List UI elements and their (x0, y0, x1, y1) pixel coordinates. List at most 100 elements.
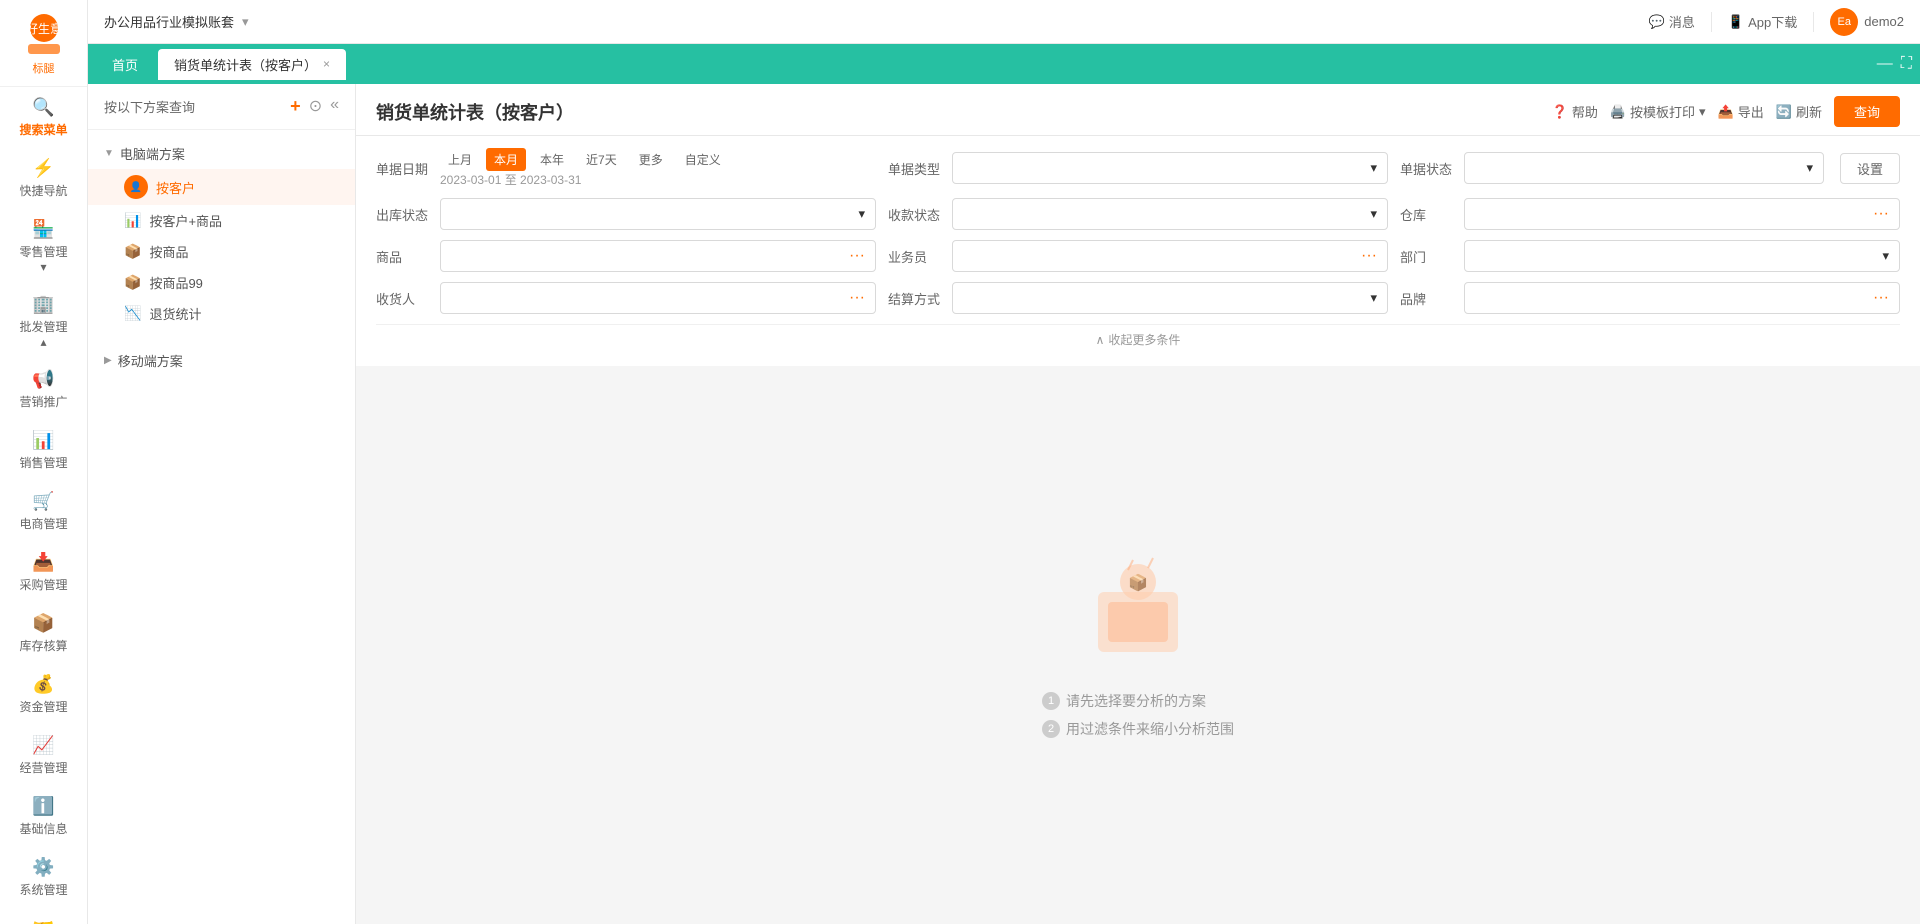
sidebar-item-operations[interactable]: 📈 经营管理 (0, 725, 87, 786)
receiver-input[interactable]: ··· (440, 282, 876, 314)
by-goods99-icon: 📦 (124, 274, 141, 291)
sidebar-item-enterprise[interactable]: 🤝 企业协同 (0, 908, 87, 924)
minimize-icon[interactable]: — (1877, 55, 1893, 73)
sidebar-item-search[interactable]: 🔍 搜索菜单 (0, 87, 87, 148)
scheme-item-by-customer[interactable]: 👤 按客户 (88, 169, 355, 205)
receiver-dots[interactable]: ··· (849, 289, 865, 307)
filter-row-1: 单据日期 上月 本月 本年 近7天 更多 自定义 2023-03-01 至 20… (376, 148, 1900, 188)
payment-input[interactable]: ▾ (952, 282, 1388, 314)
left-panel-header: 按以下方案查询 + ⊙ « (88, 84, 355, 130)
date-btn-more[interactable]: 更多 (631, 148, 671, 171)
set-button[interactable]: 设置 (1840, 153, 1900, 184)
marketing-icon: 📢 (32, 369, 54, 390)
sidebar-item-system[interactable]: ⚙️ 系统管理 (0, 847, 87, 908)
sidebar-menu: 🔍 搜索菜单 ⚡ 快捷导航 🏪 零售管理 ▾ 🏢 批发管理 ▴ 📢 营销推广 📊… (0, 87, 87, 924)
scheme-item-by-goods[interactable]: 📦 按商品 (88, 236, 355, 267)
dept-input[interactable]: ▾ (1464, 240, 1900, 272)
scheme-group-mobile-header[interactable]: ▶ 移动端方案 (88, 345, 355, 376)
scheme-item-by-goods99[interactable]: 📦 按商品99 (88, 267, 355, 298)
warehouse-dots[interactable]: ··· (1873, 205, 1889, 223)
user-btn[interactable]: Ea demo2 (1830, 8, 1904, 36)
collapse-panel-btn[interactable]: « (330, 96, 339, 117)
date-btn-thisyear[interactable]: 本年 (532, 148, 572, 171)
date-btn-7days[interactable]: 近7天 (578, 148, 625, 171)
filter-payment: 结算方式 ▾ (888, 282, 1388, 314)
scheme-item-customer-goods-label: 按客户+商品 (149, 211, 222, 230)
mobile-group-arrow: ▶ (104, 355, 112, 366)
order-status-input[interactable]: ▾ (1464, 152, 1824, 184)
user-label: demo2 (1864, 14, 1904, 29)
purchase-icon: 📥 (32, 552, 54, 573)
print-dropdown-icon: ▾ (1699, 104, 1706, 120)
filter-salesperson: 业务员 ··· (888, 240, 1388, 272)
app-download-btn[interactable]: 📱 App下载 (1728, 12, 1797, 31)
salesperson-input[interactable]: ··· (952, 240, 1388, 272)
sidebar-item-wholesale[interactable]: 🏢 批发管理 ▴ (0, 284, 87, 359)
finance-icon: 💰 (32, 674, 54, 695)
order-type-input[interactable]: ▾ (952, 152, 1388, 184)
warehouse-input[interactable]: ··· (1464, 198, 1900, 230)
filter-order-status: 单据状态 ▾ 设置 (1400, 152, 1900, 184)
topbar-dropdown-icon[interactable]: ▾ (242, 14, 249, 30)
sidebar-item-ecommerce-label: 电商管理 (19, 515, 67, 532)
msg-btn[interactable]: 💬 消息 (1649, 12, 1695, 31)
msg-icon: 💬 (1649, 14, 1665, 30)
help-btn[interactable]: ❓ 帮助 (1552, 102, 1598, 121)
scheme-item-return-stats[interactable]: 📉 退货统计 (88, 298, 355, 329)
scheme-group-desktop-header[interactable]: ▼ 电脑端方案 (88, 138, 355, 169)
out-status-input[interactable]: ▾ (440, 198, 876, 230)
tab-close-btn[interactable]: × (323, 57, 330, 71)
date-filter-buttons: 上月 本月 本年 近7天 更多 自定义 (440, 148, 876, 171)
sidebar-item-inventory[interactable]: 📦 库存核算 (0, 603, 87, 664)
goods-input[interactable]: ··· (440, 240, 876, 272)
hint-text-2: 用过滤条件来缩小分析范围 (1066, 719, 1234, 739)
print-btn[interactable]: 🖨️ 按模板打印 ▾ (1610, 102, 1706, 121)
sidebar-item-sales[interactable]: 📊 销售管理 (0, 420, 87, 481)
brand-input[interactable]: ··· (1464, 282, 1900, 314)
sidebar-item-quicknav[interactable]: ⚡ 快捷导航 (0, 148, 87, 209)
empty-illustration: 📦 (1078, 552, 1198, 675)
sidebar-item-purchase[interactable]: 📥 采购管理 (0, 542, 87, 603)
dept-dropdown-icon: ▾ (1882, 248, 1889, 264)
settings-scheme-btn[interactable]: ⊙ (309, 96, 322, 117)
sales-icon: 📊 (32, 430, 54, 451)
empty-hint-2: 2 用过滤条件来缩小分析范围 (1042, 719, 1234, 739)
goods-dots[interactable]: ··· (849, 247, 865, 265)
sidebar-item-ecommerce[interactable]: 🛒 电商管理 (0, 481, 87, 542)
expand-icon[interactable]: ⛶ (1901, 55, 1912, 73)
empty-hint-1: 1 请先选择要分析的方案 (1042, 691, 1234, 711)
export-btn[interactable]: 📤 导出 (1718, 102, 1764, 121)
empty-hints: 1 请先选择要分析的方案 2 用过滤条件来缩小分析范围 (1042, 691, 1234, 739)
desktop-group-arrow: ▼ (104, 148, 114, 159)
refresh-btn[interactable]: 🔄 刷新 (1776, 102, 1822, 121)
sidebar-item-finance[interactable]: 💰 资金管理 (0, 664, 87, 725)
date-btn-custom[interactable]: 自定义 (677, 148, 729, 171)
right-panel: 销货单统计表（按客户） ❓ 帮助 🖨️ 按模板打印 ▾ 📤 (356, 84, 1920, 924)
query-button[interactable]: 查询 (1834, 96, 1900, 127)
sidebar-item-retail[interactable]: 🏪 零售管理 ▾ (0, 209, 87, 284)
scheme-item-customer-goods[interactable]: 📊 按客户+商品 (88, 205, 355, 236)
empty-state: 📦 1 请先选择要分析的方案 2 用过滤条件来缩小分析范围 (356, 366, 1920, 924)
goods-label: 商品 (376, 247, 432, 266)
tabs-bar: 首页 销货单统计表（按客户） × — ⛶ (88, 44, 1920, 84)
tab-window-controls: — ⛶ (1877, 55, 1912, 73)
add-scheme-btn[interactable]: + (290, 96, 301, 117)
page-title: 销货单统计表（按客户） (376, 99, 574, 125)
scheme-item-by-customer-label: 按客户 (156, 178, 195, 197)
sidebar-item-marketing[interactable]: 📢 营销推广 (0, 359, 87, 420)
sidebar-item-basicinfo[interactable]: ℹ️ 基础信息 (0, 786, 87, 847)
filter-order-type: 单据类型 ▾ (888, 152, 1388, 184)
salesperson-dots[interactable]: ··· (1361, 247, 1377, 265)
tab-active[interactable]: 销货单统计表（按客户） × (158, 49, 346, 80)
date-btn-lastmonth[interactable]: 上月 (440, 148, 480, 171)
receive-status-input[interactable]: ▾ (952, 198, 1388, 230)
date-btn-thismonth[interactable]: 本月 (486, 148, 526, 171)
hint-num-2: 2 (1042, 720, 1060, 738)
app-download-label: App下载 (1748, 12, 1797, 31)
out-status-dropdown-icon: ▾ (858, 206, 865, 222)
brand-dots[interactable]: ··· (1873, 289, 1889, 307)
collapse-bar[interactable]: ∧ 收起更多条件 (376, 324, 1900, 354)
scheme-item-return-stats-label: 退货统计 (149, 304, 201, 323)
ecommerce-icon: 🛒 (32, 491, 54, 512)
tab-home[interactable]: 首页 (96, 49, 154, 80)
